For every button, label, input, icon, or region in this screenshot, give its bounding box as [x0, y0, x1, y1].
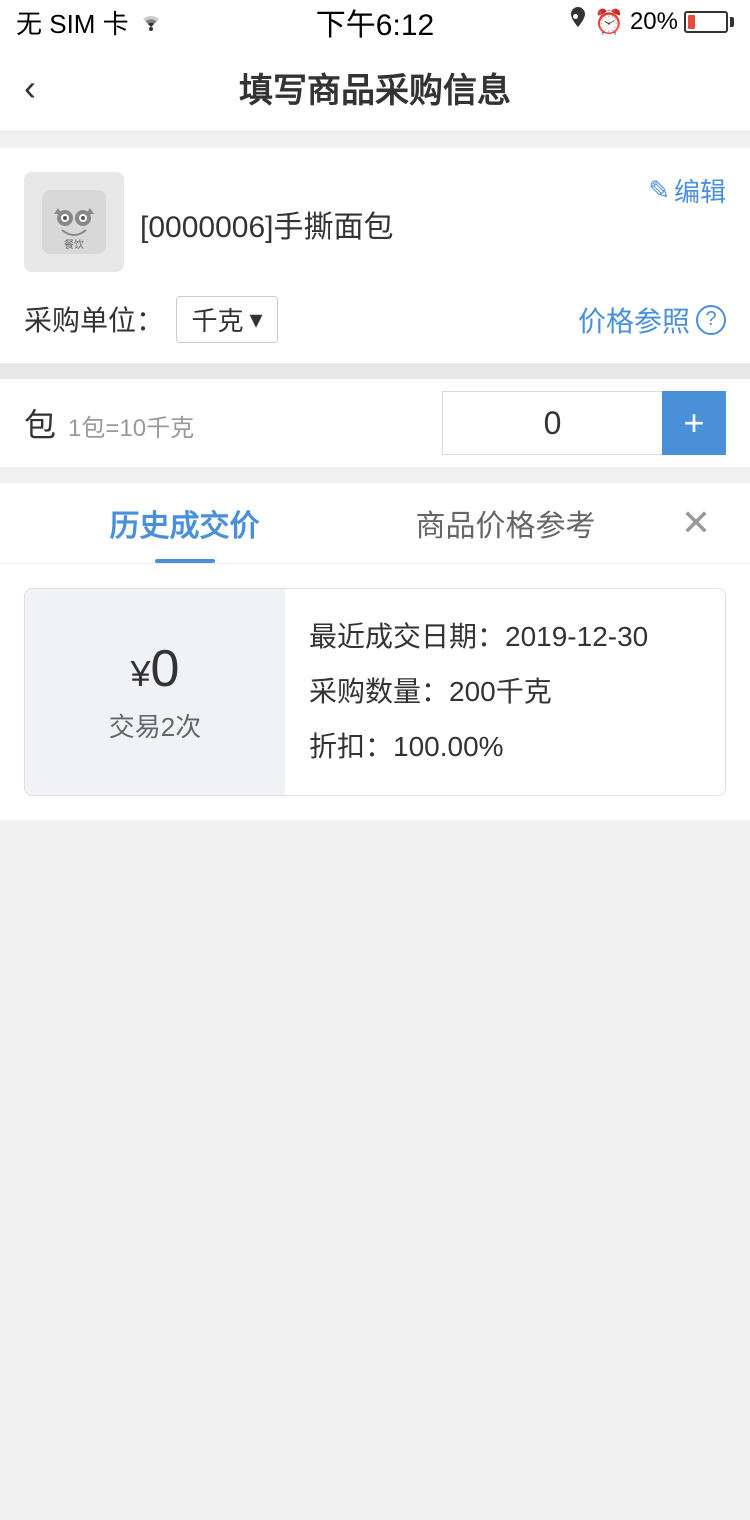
- section-divider: [0, 363, 750, 379]
- dropdown-arrow-icon: ▾: [249, 304, 262, 335]
- qty-plus-button[interactable]: +: [662, 391, 726, 455]
- alarm-icon: ⏰: [594, 8, 624, 37]
- nav-bar: ‹ 填写商品采购信息: [0, 44, 750, 132]
- battery-icon: [684, 11, 734, 33]
- carrier-text: 无 SIM 卡: [16, 4, 129, 41]
- tab-history-price[interactable]: 历史成交价: [24, 483, 345, 563]
- location-icon: [568, 7, 588, 38]
- wifi-icon: [137, 7, 165, 38]
- tab-history-price-label: 历史成交价: [110, 501, 260, 545]
- plus-icon: +: [683, 402, 704, 444]
- unit-label: 采购单位：: [24, 305, 164, 336]
- history-price-value: ¥0: [131, 639, 180, 699]
- product-left: 餐饮 [0000006]手撕面包: [24, 172, 393, 272]
- price-reference-button[interactable]: 价格参照 ?: [578, 300, 726, 340]
- edit-icon: ✎: [648, 175, 670, 206]
- product-card: 餐饮 [0000006]手撕面包 ✎ 编辑 采购单位： 千克 ▾ 价格参照 ?: [0, 148, 750, 363]
- product-logo-icon: 餐饮: [42, 190, 106, 254]
- tab-price-reference-label: 商品价格参考: [416, 501, 596, 545]
- quantity-row: 包 1包=10千克 0 +: [0, 379, 750, 467]
- unit-selector-group: 采购单位： 千克 ▾: [24, 296, 278, 343]
- edit-label: 编辑: [674, 172, 726, 209]
- help-icon: ?: [696, 305, 726, 335]
- product-unit-row: 采购单位： 千克 ▾ 价格参照 ?: [24, 296, 726, 343]
- tab-price-reference[interactable]: 商品价格参考: [345, 483, 666, 563]
- qty-unit-label: 包: [24, 400, 56, 446]
- product-header: 餐饮 [0000006]手撕面包 ✎ 编辑: [24, 172, 726, 272]
- qty-conversion-label: 1包=10千克: [68, 408, 194, 443]
- unit-value: 千克: [191, 301, 243, 338]
- status-time: 下午6:12: [316, 0, 434, 44]
- product-title: [0000006]手撕面包: [140, 202, 393, 246]
- purchase-qty-value: 200千克: [449, 676, 552, 707]
- qty-input-group: 0 +: [442, 391, 726, 455]
- recent-date-row: 最近成交日期：2019-12-30: [309, 617, 701, 656]
- qty-value: 0: [544, 405, 562, 442]
- discount-value: 100.00%: [393, 731, 504, 762]
- discount-label: 折扣：: [309, 731, 393, 762]
- history-content: ¥0 交易2次 最近成交日期：2019-12-30 采购数量：200千克 折扣：…: [0, 564, 750, 820]
- page-title: 填写商品采购信息: [239, 63, 511, 112]
- history-details-section: 最近成交日期：2019-12-30 采购数量：200千克 折扣：100.00%: [285, 589, 725, 795]
- tabs-header: 历史成交价 商品价格参考 ✕: [0, 483, 750, 564]
- qty-input[interactable]: 0: [442, 391, 662, 455]
- purchase-qty-row: 采购数量：200千克: [309, 672, 701, 711]
- history-price-section: ¥0 交易2次: [25, 589, 285, 795]
- history-card: ¥0 交易2次 最近成交日期：2019-12-30 采购数量：200千克 折扣：…: [24, 588, 726, 796]
- svg-text:餐饮: 餐饮: [64, 238, 84, 251]
- tabs-panel: 历史成交价 商品价格参考 ✕ ¥0 交易2次 最近成交日期：2019-12-30…: [0, 483, 750, 820]
- status-right: ⏰ 20%: [568, 7, 734, 38]
- main-background: [0, 820, 750, 1520]
- back-button[interactable]: ‹: [14, 57, 46, 119]
- battery-percentage: 20%: [630, 8, 678, 36]
- recent-date-label: 最近成交日期：: [309, 621, 505, 652]
- status-bar: 无 SIM 卡 下午6:12 ⏰ 20%: [0, 0, 750, 44]
- discount-row: 折扣：100.00%: [309, 727, 701, 766]
- price-ref-label: 价格参照: [578, 300, 690, 340]
- edit-button[interactable]: ✎ 编辑: [648, 172, 726, 209]
- purchase-qty-label: 采购数量：: [309, 676, 449, 707]
- tabs-close-button[interactable]: ✕: [666, 493, 726, 553]
- price-amount: 0: [151, 640, 180, 698]
- close-icon: ✕: [681, 502, 711, 544]
- currency-symbol: ¥: [131, 653, 151, 694]
- unit-dropdown[interactable]: 千克 ▾: [176, 296, 277, 343]
- recent-date-value: 2019-12-30: [505, 621, 648, 652]
- status-left: 无 SIM 卡: [16, 4, 165, 41]
- qty-label-group: 包 1包=10千克: [24, 400, 194, 446]
- trade-count: 交易2次: [109, 707, 201, 744]
- product-thumbnail: 餐饮: [24, 172, 124, 272]
